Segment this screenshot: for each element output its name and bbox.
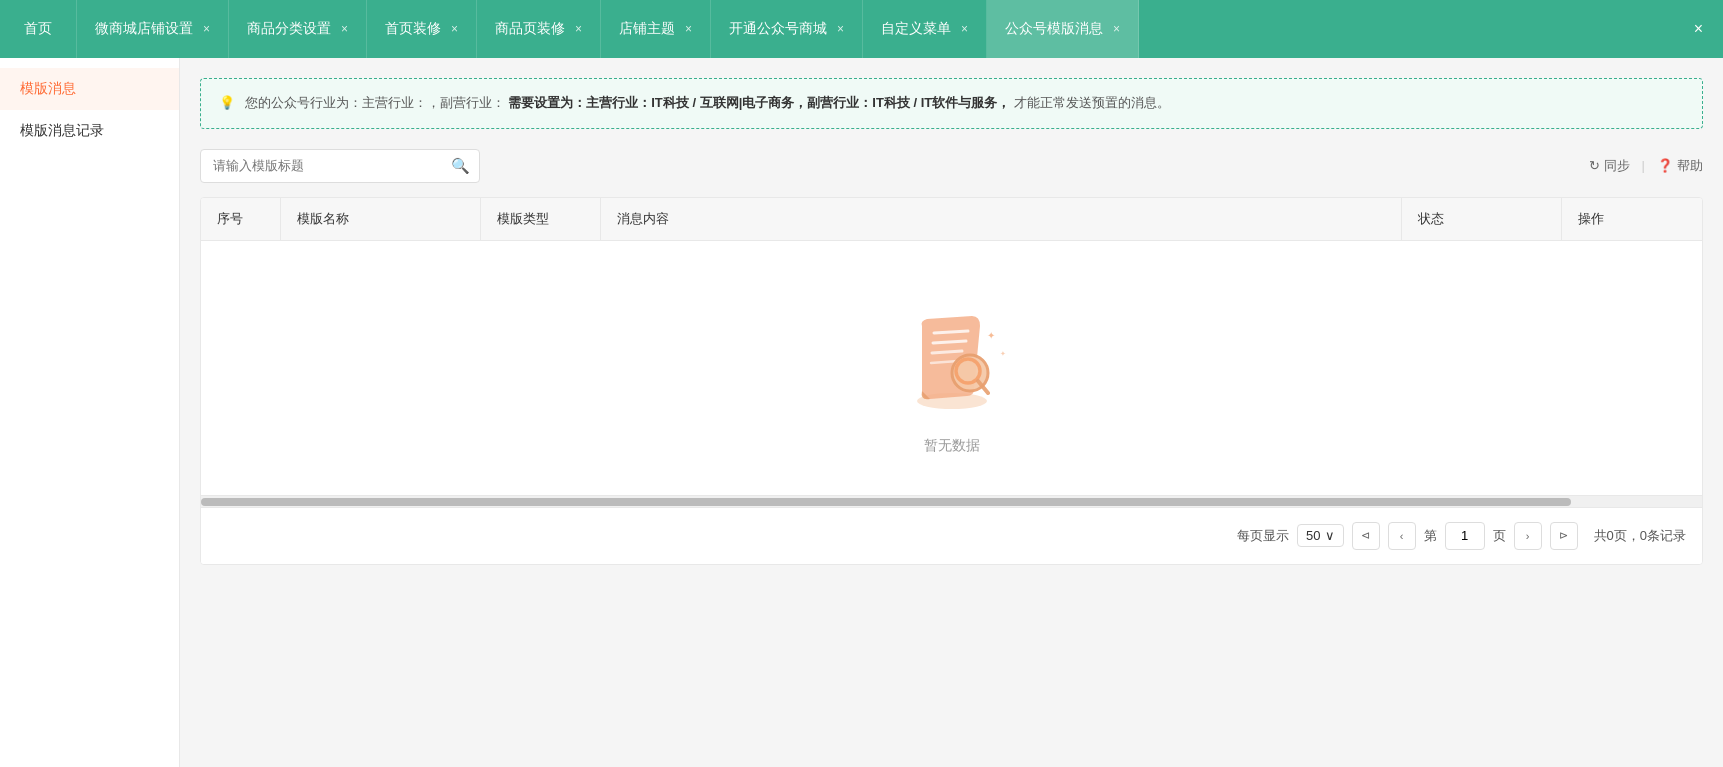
- tab-bar: 首页 微商城店铺设置 × 商品分类设置 × 首页装修 × 商品页装修 × 店铺主…: [0, 0, 1723, 58]
- total-info: 共0页，0条记录: [1594, 527, 1686, 545]
- svg-line-1: [934, 331, 968, 333]
- tab-template-msg-close[interactable]: ×: [1113, 22, 1120, 36]
- page-label-pre: 第: [1424, 527, 1437, 545]
- tab-template-msg-label: 公众号模版消息: [1005, 20, 1103, 38]
- sidebar-item-template-msg[interactable]: 模版消息: [0, 68, 179, 110]
- tab-custom-menu[interactable]: 自定义菜单 ×: [863, 0, 987, 58]
- tab-store-theme[interactable]: 店铺主题 ×: [601, 0, 711, 58]
- tab-open-mall[interactable]: 开通公众号商城 ×: [711, 0, 863, 58]
- table-header: 序号 模版名称 模版类型 消息内容 状态 操作: [201, 198, 1702, 241]
- sidebar-item-template-msg-record-label: 模版消息记录: [20, 122, 104, 138]
- sync-button[interactable]: ↻ 同步: [1589, 157, 1630, 175]
- close-all-button[interactable]: ×: [1674, 20, 1723, 38]
- tab-home[interactable]: 首页: [0, 0, 77, 58]
- th-status: 状态: [1402, 198, 1562, 240]
- main-content: 💡 您的公众号行业为：主营行业：，副营行业： 需要设置为：主营行业：IT科技 /…: [180, 58, 1723, 767]
- notice-prefix: 您的公众号行业为：主营行业：，副营行业：: [245, 95, 505, 110]
- search-input[interactable]: [200, 149, 480, 183]
- tab-home-label: 首页: [24, 20, 52, 38]
- next-page-button[interactable]: ›: [1514, 522, 1542, 550]
- tab-product-category[interactable]: 商品分类设置 ×: [229, 0, 367, 58]
- per-page-select[interactable]: 50 ∨: [1297, 524, 1343, 547]
- tab-product-category-close[interactable]: ×: [341, 22, 348, 36]
- toolbar-divider: |: [1642, 158, 1645, 173]
- tab-custom-menu-close[interactable]: ×: [961, 22, 968, 36]
- th-name: 模版名称: [281, 198, 481, 240]
- horizontal-scrollbar[interactable]: [201, 495, 1702, 507]
- prev-page-button[interactable]: ‹: [1388, 522, 1416, 550]
- th-content: 消息内容: [601, 198, 1402, 240]
- page-input[interactable]: [1445, 522, 1485, 550]
- svg-text:✦: ✦: [987, 330, 995, 341]
- tab-store-theme-close[interactable]: ×: [685, 22, 692, 36]
- search-button[interactable]: 🔍: [451, 157, 470, 175]
- notice-suffix: 才能正常发送预置的消息。: [1014, 95, 1170, 110]
- tab-micro-store-label: 微商城店铺设置: [95, 20, 193, 38]
- svg-line-3: [932, 351, 962, 353]
- sidebar-item-template-msg-label: 模版消息: [20, 80, 76, 96]
- sync-label: 同步: [1604, 157, 1630, 175]
- search-bar: 🔍 ↻ 同步 | ❓ 帮助: [200, 149, 1703, 183]
- tab-product-decor[interactable]: 商品页装修 ×: [477, 0, 601, 58]
- tab-product-decor-label: 商品页装修: [495, 20, 565, 38]
- toolbar-right: ↻ 同步 | ❓ 帮助: [1589, 157, 1703, 175]
- per-page-label: 每页显示: [1237, 527, 1289, 545]
- tab-home-decor[interactable]: 首页装修 ×: [367, 0, 477, 58]
- search-input-wrap: 🔍: [200, 149, 480, 183]
- tab-micro-store-close[interactable]: ×: [203, 22, 210, 36]
- data-table: 序号 模版名称 模版类型 消息内容 状态 操作: [200, 197, 1703, 565]
- sidebar-item-template-msg-record[interactable]: 模版消息记录: [0, 110, 179, 152]
- scrollbar-thumb[interactable]: [201, 498, 1571, 506]
- th-type: 模版类型: [481, 198, 601, 240]
- tab-home-decor-label: 首页装修: [385, 20, 441, 38]
- empty-state: ✦ ✦ 暂无数据: [201, 241, 1702, 495]
- pagination: 每页显示 50 ∨ ⊲ ‹ 第 页 › ⊳ 共0页，0条记录: [201, 507, 1702, 564]
- help-label: 帮助: [1677, 157, 1703, 175]
- tab-open-mall-close[interactable]: ×: [837, 22, 844, 36]
- notice-box: 💡 您的公众号行业为：主营行业：，副营行业： 需要设置为：主营行业：IT科技 /…: [200, 78, 1703, 129]
- tab-template-msg[interactable]: 公众号模版消息 ×: [987, 0, 1139, 58]
- help-icon: ❓: [1657, 158, 1673, 173]
- empty-icon: ✦ ✦: [892, 301, 1012, 421]
- help-button[interactable]: ❓ 帮助: [1657, 157, 1703, 175]
- chevron-down-icon: ∨: [1325, 528, 1335, 543]
- notice-highlight: 需要设置为：主营行业：IT科技 / 互联网|电子商务，副营行业：IT科技 / I…: [508, 95, 1010, 110]
- last-page-button[interactable]: ⊳: [1550, 522, 1578, 550]
- page-label-post: 页: [1493, 527, 1506, 545]
- first-page-button[interactable]: ⊲: [1352, 522, 1380, 550]
- svg-text:✦: ✦: [1000, 350, 1006, 357]
- tab-open-mall-label: 开通公众号商城: [729, 20, 827, 38]
- tab-product-category-label: 商品分类设置: [247, 20, 331, 38]
- tab-custom-menu-label: 自定义菜单: [881, 20, 951, 38]
- empty-text: 暂无数据: [924, 437, 980, 455]
- sync-icon: ↻: [1589, 158, 1600, 173]
- search-icon: 🔍: [451, 157, 470, 174]
- svg-line-2: [933, 341, 966, 343]
- tab-product-decor-close[interactable]: ×: [575, 22, 582, 36]
- th-seq: 序号: [201, 198, 281, 240]
- tab-home-decor-close[interactable]: ×: [451, 22, 458, 36]
- th-action: 操作: [1562, 198, 1702, 240]
- tab-store-theme-label: 店铺主题: [619, 20, 675, 38]
- notice-icon: 💡: [219, 93, 235, 114]
- tab-micro-store[interactable]: 微商城店铺设置 ×: [77, 0, 229, 58]
- main-layout: 模版消息 模版消息记录 💡 您的公众号行业为：主营行业：，副营行业： 需要设置为…: [0, 58, 1723, 767]
- per-page-value: 50: [1306, 528, 1320, 543]
- sidebar: 模版消息 模版消息记录: [0, 58, 180, 767]
